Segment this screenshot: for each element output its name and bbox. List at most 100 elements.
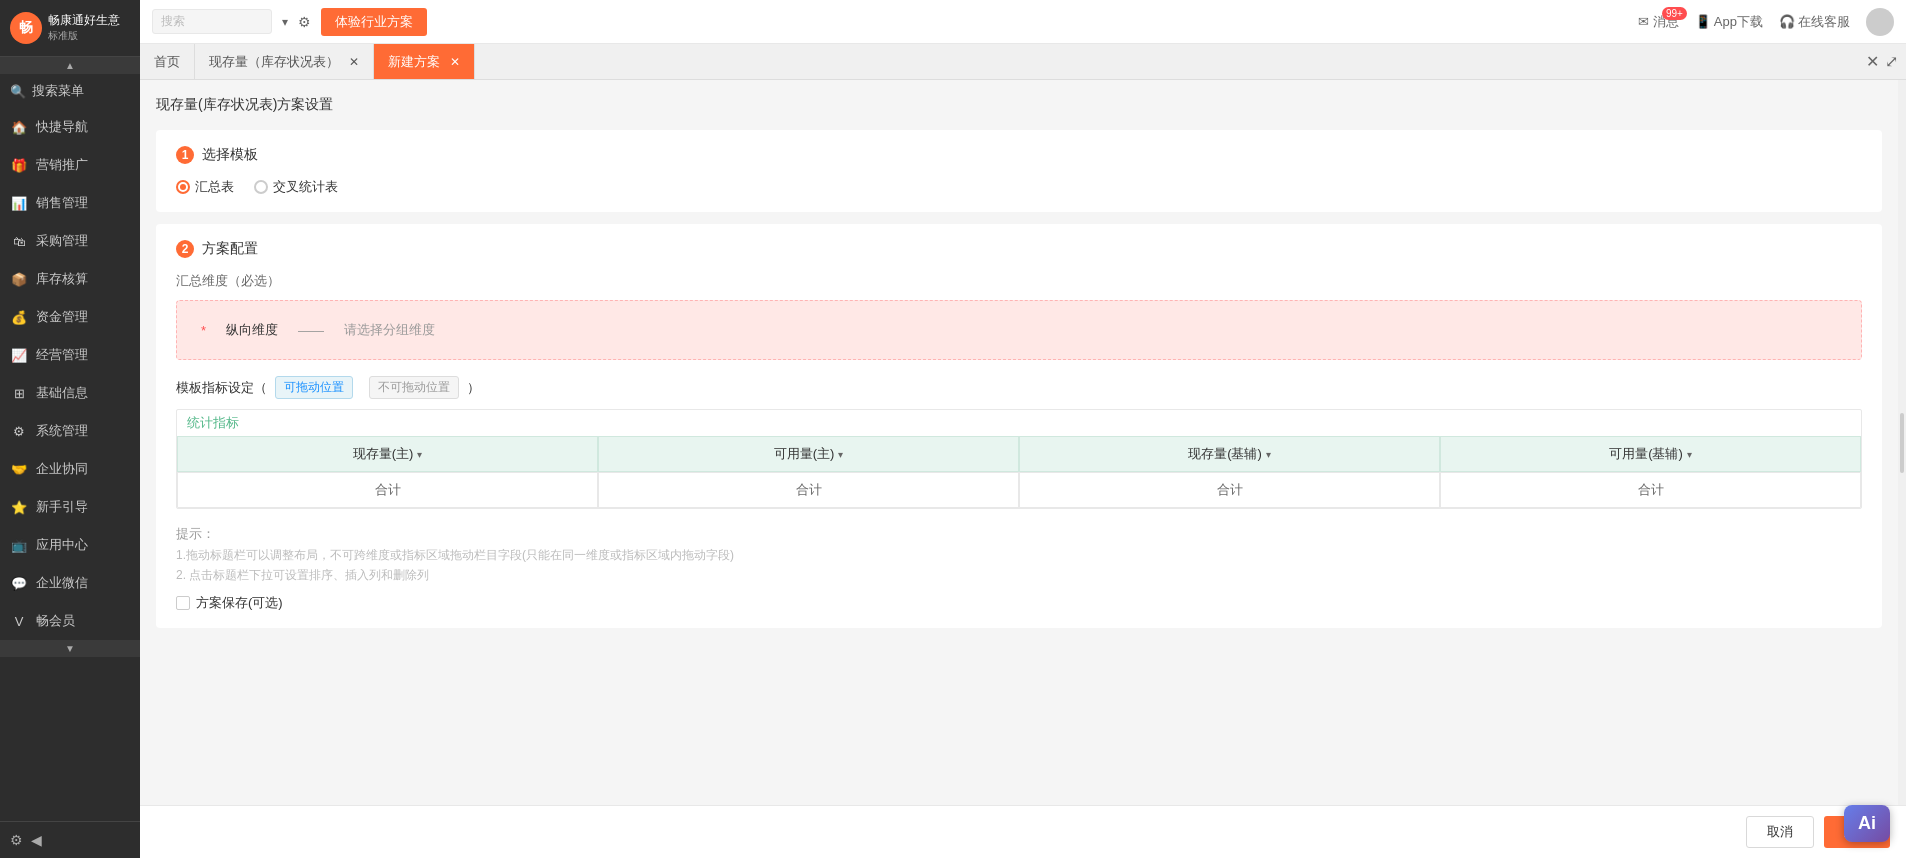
- step1-title: 选择模板: [202, 146, 258, 164]
- sidebar-item-label: 经营管理: [36, 346, 88, 364]
- tab-home-label: 首页: [154, 53, 180, 71]
- tab-expand-btn[interactable]: ⤢: [1885, 52, 1898, 71]
- sidebar-item-label: 应用中心: [36, 536, 88, 554]
- tab-close-btn[interactable]: ✕: [1866, 52, 1879, 71]
- col-3-chevron: ▾: [1687, 449, 1692, 460]
- main-area: 搜索 ▾ ⚙ 体验行业方案 ✉ 消息 99+ 📱 App下载 🎧 在线客服 首页: [140, 0, 1906, 858]
- sidebar-scroll-down[interactable]: ▼: [0, 640, 140, 657]
- dimension-separator: ——: [298, 323, 324, 338]
- sidebar-item-label: 畅会员: [36, 612, 75, 630]
- sidebar-item-label: 企业协同: [36, 460, 88, 478]
- col-header-1[interactable]: 可用量(主) ▾: [598, 436, 1019, 472]
- topbar-right: ✉ 消息 99+ 📱 App下载 🎧 在线客服: [1638, 8, 1894, 36]
- tips-title: 提示：: [176, 525, 1862, 543]
- radio-summary[interactable]: [176, 180, 190, 194]
- indicators-config: 模板指标设定（ 可拖动位置 不可拖动位置 ） 统计指标 现存量(主) ▾: [176, 376, 1862, 584]
- save-option[interactable]: 方案保存(可选): [176, 594, 1862, 612]
- col-header-0[interactable]: 现存量(主) ▾: [177, 436, 598, 472]
- tip-item-1: 2. 点击标题栏下拉可设置排序、插入列和删除列: [176, 567, 1862, 584]
- tab-inventory-close[interactable]: ✕: [349, 55, 359, 69]
- trial-btn[interactable]: 体验行业方案: [321, 8, 427, 36]
- topbar-dropdown-icon[interactable]: ▾: [282, 15, 288, 29]
- cancel-button[interactable]: 取消: [1746, 816, 1814, 848]
- settings-bottom-icon[interactable]: ⚙: [10, 832, 23, 848]
- phone-icon: 📱: [1695, 14, 1711, 29]
- topbar-messages[interactable]: ✉ 消息 99+: [1638, 13, 1679, 31]
- sidebar-item-operations[interactable]: 📈 经营管理: [0, 336, 140, 374]
- sidebar-item-purchase[interactable]: 🛍 采购管理: [0, 222, 140, 260]
- shopping-bag-icon: 🛍: [10, 232, 28, 250]
- sidebar-item-label: 企业微信: [36, 574, 88, 592]
- search-icon: 🔍: [10, 84, 26, 99]
- col-0-label: 现存量(主): [353, 445, 414, 463]
- sidebar-search-label: 搜索菜单: [32, 82, 84, 100]
- cell-0-0: 合计: [177, 472, 598, 508]
- topbar-online-service[interactable]: 🎧 在线客服: [1779, 13, 1850, 31]
- sidebar-item-new-guide[interactable]: ⭐ 新手引导: [0, 488, 140, 526]
- save-checkbox[interactable]: [176, 596, 190, 610]
- sidebar-scroll-up[interactable]: ▲: [0, 57, 140, 74]
- sidebar-item-sales[interactable]: 📊 销售管理: [0, 184, 140, 222]
- sidebar-item-label: 库存核算: [36, 270, 88, 288]
- radio-cross[interactable]: [254, 180, 268, 194]
- indicators-label-prefix: 模板指标设定（: [176, 379, 267, 397]
- topbar-app-label: App下载: [1714, 13, 1763, 31]
- topbar-gear-icon[interactable]: ⚙: [298, 14, 311, 30]
- dimension-box[interactable]: * 纵向维度 —— 请选择分组维度: [176, 300, 1862, 360]
- gift-icon: 🎁: [10, 156, 28, 174]
- tab-inventory-status[interactable]: 现存量（库存状况表） ✕: [195, 44, 374, 79]
- tab-home[interactable]: 首页: [140, 44, 195, 79]
- tabs-bar: 首页 现存量（库存状况表） ✕ 新建方案 ✕ ✕ ⤢: [140, 44, 1906, 80]
- sidebar-item-cooperation[interactable]: 🤝 企业协同: [0, 450, 140, 488]
- tab-new-plan-label: 新建方案: [388, 53, 440, 71]
- sidebar-item-marketing[interactable]: 🎁 营销推广: [0, 146, 140, 184]
- user-avatar[interactable]: [1866, 8, 1894, 36]
- cell-0-1: 合计: [598, 472, 1019, 508]
- logo-badge: 标准版: [48, 29, 120, 43]
- cell-0-3: 合计: [1440, 472, 1861, 508]
- collapse-icon[interactable]: ◀: [31, 832, 42, 848]
- sidebar-item-inventory[interactable]: 📦 库存核算: [0, 260, 140, 298]
- stat-table: 统计指标 现存量(主) ▾ 可用量(主) ▾ 现存量(基辅): [176, 409, 1862, 509]
- tab-new-plan[interactable]: 新建方案 ✕: [374, 44, 475, 79]
- col-2-label: 现存量(基辅): [1188, 445, 1262, 463]
- table-header-row: 现存量(主) ▾ 可用量(主) ▾ 现存量(基辅) ▾: [177, 436, 1861, 472]
- topbar-app-download[interactable]: 📱 App下载: [1695, 13, 1763, 31]
- tips-section: 提示： 1.拖动标题栏可以调整布局，不可跨维度或指标区域拖动栏目字段(只能在同一…: [176, 525, 1862, 584]
- sidebar-item-app-center[interactable]: 📺 应用中心: [0, 526, 140, 564]
- sidebar-item-quick-nav[interactable]: 🏠 快捷导航: [0, 108, 140, 146]
- sidebar-item-system[interactable]: ⚙ 系统管理: [0, 412, 140, 450]
- wechat-icon: 💬: [10, 574, 28, 592]
- sidebar-item-label: 采购管理: [36, 232, 88, 250]
- sidebar-item-wechat[interactable]: 💬 企业微信: [0, 564, 140, 602]
- col-0-chevron: ▾: [417, 449, 422, 460]
- step2-section: 2 方案配置 汇总维度（必选） * 纵向维度 —— 请选择分组维度 模板指标设定…: [156, 224, 1882, 628]
- dimension-placeholder: 请选择分组维度: [344, 321, 435, 339]
- sidebar-item-members[interactable]: V 畅会员: [0, 602, 140, 640]
- template-options: 汇总表 交叉统计表: [176, 178, 1862, 196]
- save-option-label: 方案保存(可选): [196, 594, 283, 612]
- scroll-indicator: [1898, 80, 1906, 805]
- grid-icon: ⊞: [10, 384, 28, 402]
- sidebar-item-label: 新手引导: [36, 498, 88, 516]
- stat-section-title: 统计指标: [177, 410, 1861, 436]
- ai-badge[interactable]: Ai: [1844, 805, 1890, 842]
- aggregate-label: 汇总维度（必选）: [176, 272, 1862, 290]
- sidebar-item-basic-info[interactable]: ⊞ 基础信息: [0, 374, 140, 412]
- dollar-icon: 💰: [10, 308, 28, 326]
- sidebar-search[interactable]: 🔍 搜索菜单: [0, 74, 140, 108]
- col-header-3[interactable]: 可用量(基辅) ▾: [1440, 436, 1861, 472]
- sidebar-item-finance[interactable]: 💰 资金管理: [0, 298, 140, 336]
- sidebar-item-label: 销售管理: [36, 194, 88, 212]
- template-option-cross[interactable]: 交叉统计表: [254, 178, 338, 196]
- dimension-label: 纵向维度: [226, 321, 278, 339]
- table-data-row: 合计 合计 合计 合计: [177, 472, 1861, 508]
- required-mark: *: [201, 323, 206, 338]
- template-option-summary[interactable]: 汇总表: [176, 178, 234, 196]
- handshake-icon: 🤝: [10, 460, 28, 478]
- col-1-chevron: ▾: [838, 449, 843, 460]
- sidebar-item-label: 基础信息: [36, 384, 88, 402]
- step2-num: 2: [176, 240, 194, 258]
- tab-new-plan-close[interactable]: ✕: [450, 55, 460, 69]
- col-header-2[interactable]: 现存量(基辅) ▾: [1019, 436, 1440, 472]
